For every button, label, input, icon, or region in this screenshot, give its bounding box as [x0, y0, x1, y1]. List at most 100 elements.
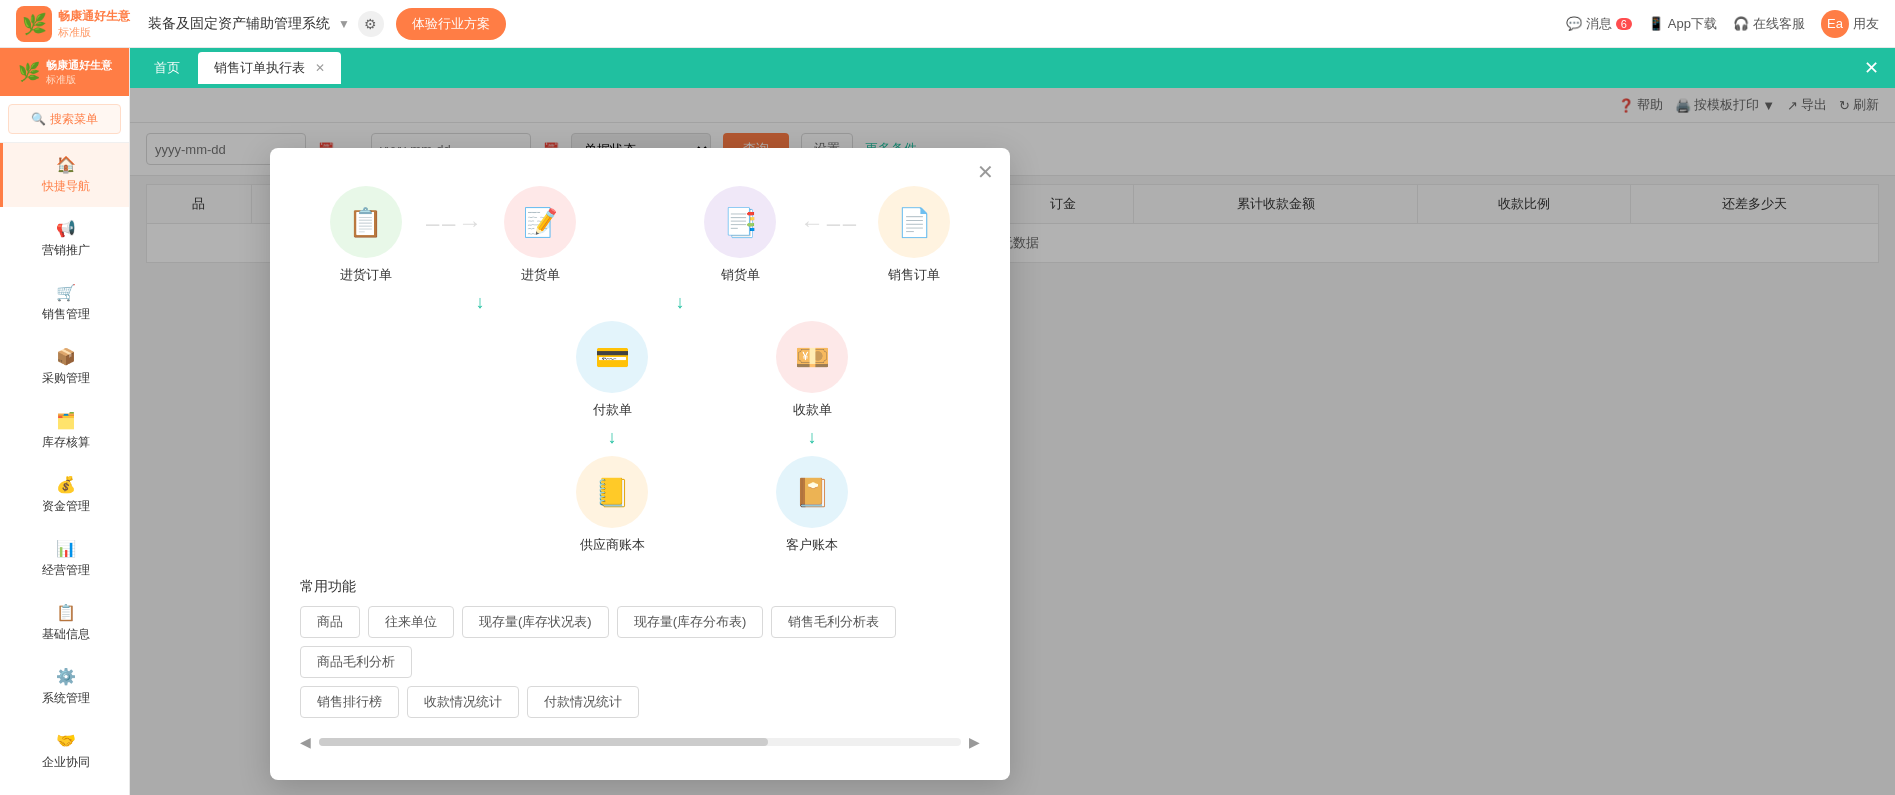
supplier-ledger-icon: 📒 — [595, 476, 630, 509]
sidebar-item-quick-nav[interactable]: 🏠 快捷导航 — [0, 143, 129, 207]
customer-ledger-icon: 📔 — [795, 476, 830, 509]
sidebar-item-finance[interactable]: 💰 资金管理 — [0, 463, 129, 527]
func-btn-stock-dist[interactable]: 现存量(库存分布表) — [617, 606, 764, 638]
message-btn[interactable]: 💬 消息 6 — [1566, 15, 1632, 33]
flow-circle-supplier-ledger[interactable]: 📒 — [576, 456, 648, 528]
app-download-label: App下载 — [1668, 15, 1717, 33]
sidebar-item-purchase[interactable]: 📦 采购管理 — [0, 335, 129, 399]
top-bar-right: 💬 消息 6 📱 App下载 🎧 在线客服 Ea 用友 — [1566, 10, 1879, 38]
flow-row-arrows-down-2: ↓ ↓ — [300, 427, 980, 448]
sidebar-item-system[interactable]: ⚙️ 系统管理 — [0, 655, 129, 719]
settings-icon[interactable]: ⚙ — [358, 11, 384, 37]
flow-label-customer-ledger: 客户账本 — [786, 536, 838, 554]
page-content: ❓ 帮助 🖨️ 按模板打印 ▼ ↗ 导出 ↻ 刷新 — [130, 88, 1895, 795]
modal-scrollbar: ◀ ▶ — [300, 734, 980, 750]
purchase-icon: 📦 — [56, 347, 76, 366]
arrow-left-2: ← – – — [800, 209, 854, 237]
common-functions: 常用功能 商品 往来单位 现存量(库存状况表) 现存量(库存分布表) 销售毛利分… — [300, 578, 980, 718]
sidebar-item-marketing[interactable]: 📢 营销推广 — [0, 207, 129, 271]
modal-close-btn[interactable]: ✕ — [977, 160, 994, 184]
flow-label-receipt: 收款单 — [793, 401, 832, 419]
func-btn-payment-stats[interactable]: 付款情况统计 — [527, 686, 639, 718]
tab-sales-order-exec-label: 销售订单执行表 — [214, 59, 305, 77]
func-btn-product[interactable]: 商品 — [300, 606, 360, 638]
modal-box: ✕ 📋 进货订单 — [270, 148, 1010, 780]
flow-circle-receipt[interactable]: 💴 — [776, 321, 848, 393]
arrow-down-payment: ↓ — [576, 427, 648, 448]
arrow-down-receipt: ↓ — [776, 427, 848, 448]
arrow-h-1: – – → — [426, 209, 480, 237]
enterprise-icon: 🤝 — [56, 731, 76, 750]
experience-btn[interactable]: 体验行业方案 — [396, 8, 506, 40]
sidebar-logo-main: 畅康通好生意 — [46, 58, 112, 73]
sidebar-item-basic-info[interactable]: 📋 基础信息 — [0, 591, 129, 655]
sidebar-item-inventory[interactable]: 🗂️ 库存核算 — [0, 399, 129, 463]
scroll-right-btn[interactable]: ▶ — [969, 734, 980, 750]
close-all-tabs-btn[interactable]: ✕ — [1856, 57, 1887, 79]
flow-label-sales-order: 销售订单 — [888, 266, 940, 284]
flow-label-payment: 付款单 — [593, 401, 632, 419]
arrow-down-purchase: ↓ — [444, 292, 516, 313]
flow-node-purchase-bill: 📝 进货单 — [504, 186, 576, 284]
logo-area: 🌿 畅康通好生意 标准版 — [16, 6, 136, 42]
search-menu-btn[interactable]: 🔍 搜索菜单 — [8, 104, 121, 134]
message-label: 消息 — [1586, 15, 1612, 33]
flow-circle-purchase-order[interactable]: 📋 — [330, 186, 402, 258]
func-btn-product-profit[interactable]: 商品毛利分析 — [300, 646, 412, 678]
arrow-down-sales: ↓ — [644, 292, 716, 313]
func-buttons-row-1: 商品 往来单位 现存量(库存状况表) 现存量(库存分布表) 销售毛利分析表 商品… — [300, 606, 980, 678]
flow-node-purchase-order: 📋 进货订单 — [330, 186, 402, 284]
func-btn-partner[interactable]: 往来单位 — [368, 606, 454, 638]
finance-icon: 💰 — [56, 475, 76, 494]
system-icon: ⚙️ — [56, 667, 76, 686]
purchase-bill-icon: 📝 — [523, 206, 558, 239]
tab-home[interactable]: 首页 — [138, 52, 196, 84]
flow-circle-payment[interactable]: 💳 — [576, 321, 648, 393]
flow-circle-customer-ledger[interactable]: 📔 — [776, 456, 848, 528]
basic-info-icon: 📋 — [56, 603, 76, 622]
func-btn-sales-rank[interactable]: 销售排行榜 — [300, 686, 399, 718]
sidebar-search-area: 🔍 搜索菜单 — [0, 96, 129, 143]
flow-circle-sales-bill[interactable]: 📑 — [704, 186, 776, 258]
app-download-btn[interactable]: 📱 App下载 — [1648, 15, 1717, 33]
spacer6 — [672, 427, 752, 448]
func-buttons-row-2: 销售排行榜 收款情况统计 付款情况统计 — [300, 686, 980, 718]
scroll-left-btn[interactable]: ◀ — [300, 734, 311, 750]
func-btn-receipt-stats[interactable]: 收款情况统计 — [407, 686, 519, 718]
sales-order-icon: 📄 — [897, 206, 932, 239]
payment-icon: 💳 — [595, 341, 630, 374]
app-logo-icon: 🌿 — [16, 6, 52, 42]
tab-sales-order-exec[interactable]: 销售订单执行表 ✕ — [198, 52, 341, 84]
sidebar: 🌿 畅康通好生意 标准版 🔍 搜索菜单 🏠 快捷导航 — [0, 48, 130, 795]
flow-node-payment: 💳 付款单 — [576, 321, 648, 419]
system-dropdown-icon[interactable]: ▼ — [338, 17, 350, 31]
tab-close-icon[interactable]: ✕ — [315, 61, 325, 75]
sidebar-item-label-inventory: 库存核算 — [42, 434, 90, 451]
sidebar-item-enterprise[interactable]: 🤝 企业协同 — [0, 719, 129, 783]
flow-node-supplier-ledger: 📒 供应商账本 — [576, 456, 648, 554]
sidebar-item-label-finance: 资金管理 — [42, 498, 90, 515]
func-btn-sales-profit[interactable]: 销售毛利分析表 — [771, 606, 896, 638]
flow-node-receipt: 💴 收款单 — [776, 321, 848, 419]
message-icon: 💬 — [1566, 16, 1582, 31]
quick-nav-icon: 🏠 — [56, 155, 76, 174]
sidebar-item-sales[interactable]: 🛒 销售管理 — [0, 271, 129, 335]
system-title: 装备及固定资产辅助管理系统 — [148, 15, 330, 33]
flow-node-sales-bill: 📑 销货单 — [704, 186, 776, 284]
sidebar-item-newbie[interactable]: 🎯 新手引导 — [0, 783, 129, 795]
marketing-icon: 📢 — [56, 219, 76, 238]
scroll-thumb[interactable] — [319, 738, 768, 746]
logo-main-text: 畅康通好生意 — [58, 8, 130, 25]
sidebar-item-label-sales: 销售管理 — [42, 306, 90, 323]
operations-icon: 📊 — [56, 539, 76, 558]
scroll-track[interactable] — [319, 738, 961, 746]
flow-circle-sales-order[interactable]: 📄 — [878, 186, 950, 258]
sidebar-logo: 🌿 畅康通好生意 标准版 — [0, 48, 129, 96]
user-area[interactable]: Ea 用友 — [1821, 10, 1879, 38]
flow-circle-purchase-bill[interactable]: 📝 — [504, 186, 576, 258]
func-btn-stock-status[interactable]: 现存量(库存状况表) — [462, 606, 609, 638]
online-service-btn[interactable]: 🎧 在线客服 — [1733, 15, 1805, 33]
spacer3 — [764, 292, 836, 313]
user-initials: Ea — [1827, 16, 1843, 31]
sidebar-item-operations[interactable]: 📊 经营管理 — [0, 527, 129, 591]
